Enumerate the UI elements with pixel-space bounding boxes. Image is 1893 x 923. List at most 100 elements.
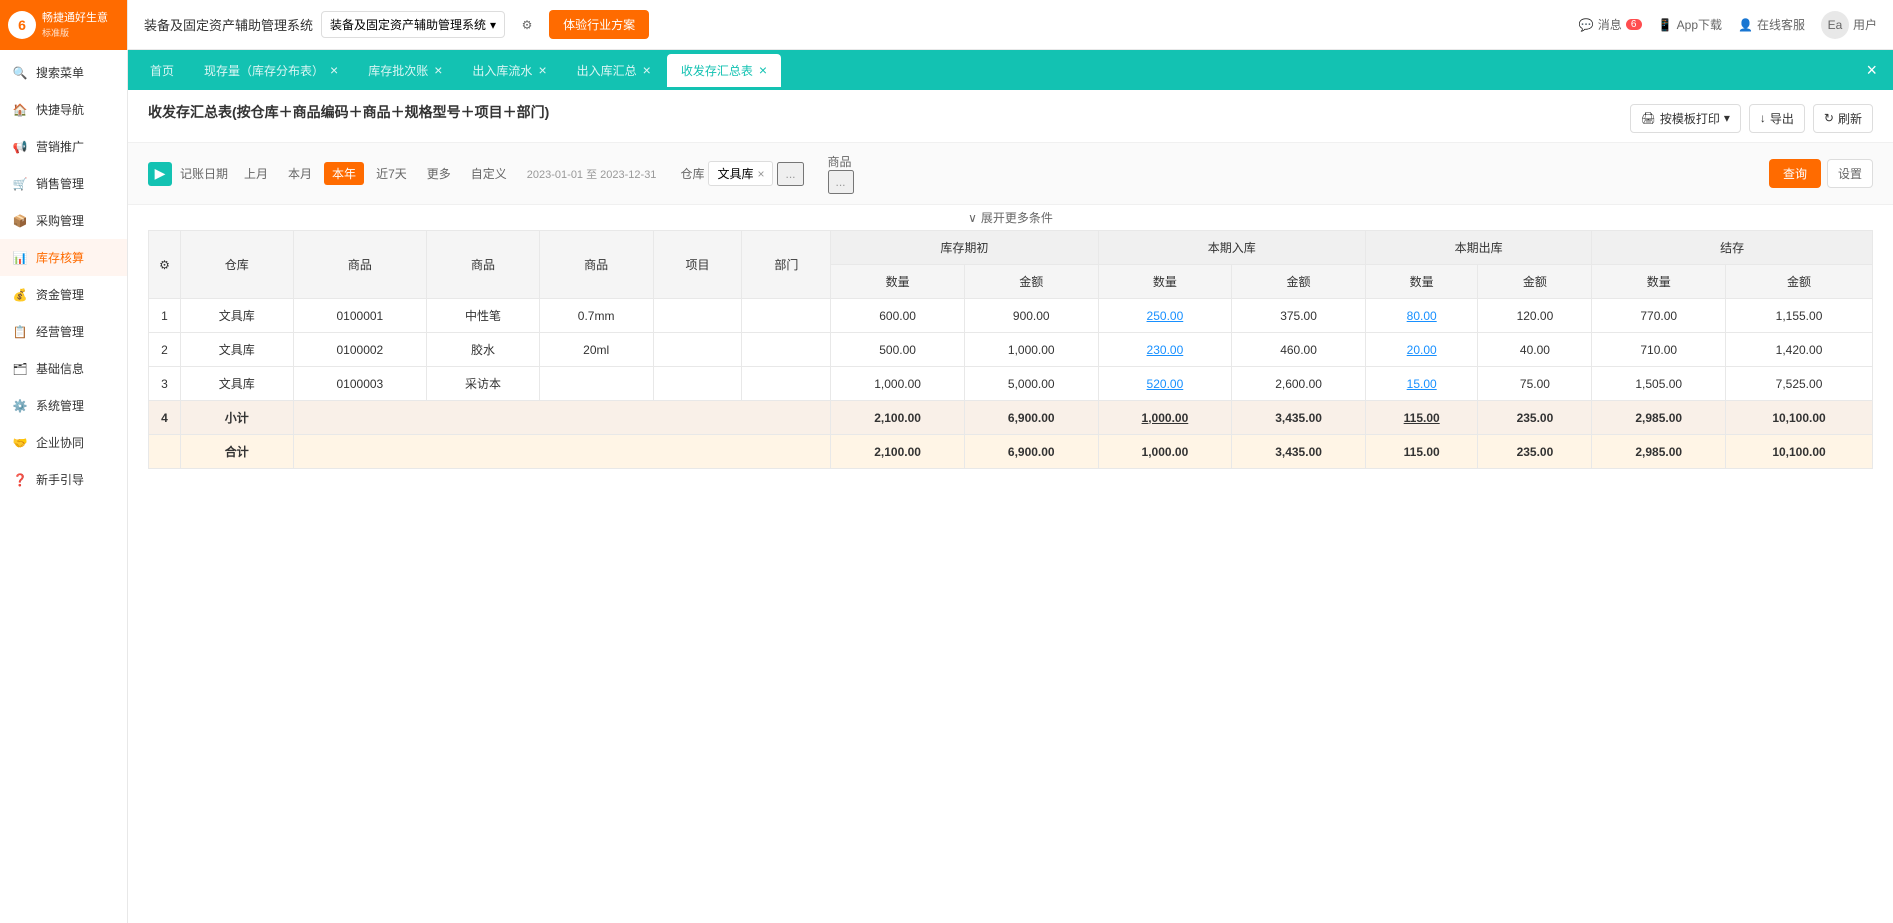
in-amt-header: 金额 bbox=[1232, 265, 1366, 299]
group-closing-header: 结存 bbox=[1592, 231, 1873, 265]
sidebar-item-quick-nav[interactable]: 🏠快捷导航 bbox=[0, 91, 127, 128]
warehouse-tag-close-btn[interactable]: × bbox=[757, 167, 764, 181]
search-btn[interactable]: 查询 bbox=[1769, 159, 1821, 188]
sidebar-item-inventory[interactable]: 📊库存核算 bbox=[0, 239, 127, 276]
sidebar-item-marketing[interactable]: 📢营销推广 bbox=[0, 128, 127, 165]
system-select[interactable]: 装备及固定资产辅助管理系统 ▾ bbox=[321, 11, 505, 38]
app-download-btn[interactable]: 📱 App下载 bbox=[1658, 16, 1722, 33]
print-btn[interactable]: 🖨 按模板打印 ▾ bbox=[1630, 104, 1741, 133]
message-btn[interactable]: 💬 消息 6 bbox=[1579, 16, 1642, 33]
table-settings-icon[interactable]: ⚙ bbox=[149, 231, 181, 299]
tab-close-flow[interactable]: × bbox=[538, 63, 546, 77]
date-btn-更多[interactable]: 更多 bbox=[419, 162, 459, 185]
user-avatar: Ea bbox=[1821, 11, 1849, 39]
search-icon: 🔍 bbox=[12, 65, 28, 81]
tab-close-stock-dist[interactable]: × bbox=[330, 63, 338, 77]
warehouse-filter: 仓库 文具库 × ... bbox=[680, 161, 803, 186]
sidebar-item-guide[interactable]: ❓新手引导 bbox=[0, 461, 127, 498]
refresh-btn[interactable]: ↻ 刷新 bbox=[1813, 104, 1873, 133]
sidebar-nav: 🔍搜索菜单🏠快捷导航📢营销推广🛒销售管理📦采购管理📊库存核算💰资金管理📋经营管理… bbox=[0, 50, 127, 923]
sidebar-item-operations[interactable]: 📋经营管理 bbox=[0, 313, 127, 350]
sidebar: 6 畅捷通好生意 标准版 🔍搜索菜单🏠快捷导航📢营销推广🛒销售管理📦采购管理📊库… bbox=[0, 0, 128, 923]
operations-icon: 📋 bbox=[12, 324, 28, 340]
tab-recv-send[interactable]: 收发存汇总表× bbox=[667, 54, 781, 87]
topbar: 装备及固定资产辅助管理系统 装备及固定资产辅助管理系统 ▾ ⚙ 体验行业方案 💬… bbox=[128, 0, 1893, 50]
date-btn-本年[interactable]: 本年 bbox=[324, 162, 364, 185]
date-range: 2023-01-01 至 2023-12-31 bbox=[527, 166, 657, 182]
tab-close-batch[interactable]: × bbox=[434, 63, 442, 77]
group-opening-header: 库存期初 bbox=[831, 231, 1098, 265]
warehouse-tag: 文具库 × bbox=[708, 161, 773, 186]
warehouse-more-btn[interactable]: ... bbox=[777, 162, 803, 186]
filter-toggle-btn[interactable]: ▶ bbox=[148, 162, 172, 186]
table-row: 3 文具库 0100003 采访本 1,000.00 5,000.00 520.… bbox=[149, 367, 1873, 401]
sidebar-logo: 6 畅捷通好生意 标准版 bbox=[0, 0, 127, 50]
close-amt-header: 金额 bbox=[1726, 265, 1873, 299]
col-dept-header: 部门 bbox=[742, 231, 831, 299]
system-icon: ⚙️ bbox=[12, 398, 28, 414]
online-support-btn[interactable]: 👤 在线客服 bbox=[1738, 16, 1805, 33]
group-inbound-header: 本期入库 bbox=[1098, 231, 1365, 265]
tab-stock-dist[interactable]: 现存量（库存分布表）× bbox=[190, 54, 352, 87]
export-btn[interactable]: ↓ 导出 bbox=[1749, 104, 1805, 133]
date-btn-自定义[interactable]: 自定义 bbox=[463, 162, 515, 185]
expand-row: ∨ 展开更多条件 bbox=[128, 205, 1893, 230]
sidebar-item-sales[interactable]: 🛒销售管理 bbox=[0, 165, 127, 202]
sidebar-item-finance[interactable]: 💰资金管理 bbox=[0, 276, 127, 313]
filter-bar: ▶ 记账日期 上月本月本年近7天更多自定义 2023-01-01 至 2023-… bbox=[128, 143, 1893, 205]
date-btn-本月[interactable]: 本月 bbox=[280, 162, 320, 185]
open-qty-header: 数量 bbox=[831, 265, 965, 299]
expand-more-btn[interactable]: ∨ 展开更多条件 bbox=[968, 209, 1053, 226]
content-area: 收发存汇总表(按仓库＋商品编码＋商品＋规格型号＋项目＋部门) 🖨 按模板打印 ▾… bbox=[128, 90, 1893, 923]
purchase-icon: 📦 bbox=[12, 213, 28, 229]
tab-flow[interactable]: 出入库流水× bbox=[458, 54, 560, 87]
col-spec-header: 商品 bbox=[539, 231, 653, 299]
col-project-header: 项目 bbox=[653, 231, 742, 299]
close-qty-header: 数量 bbox=[1592, 265, 1726, 299]
goods-more-btn[interactable]: ... bbox=[828, 170, 854, 194]
tab-summary[interactable]: 出入库汇总× bbox=[563, 54, 665, 87]
finance-icon: 💰 bbox=[12, 287, 28, 303]
data-table: ⚙ 仓库 商品 商品 商品 项目 部门 库存期初 本期入库 本期出库 结存 数量 bbox=[148, 230, 1873, 469]
col-warehouse-header: 仓库 bbox=[181, 231, 294, 299]
logo-text: 畅捷通好生意 bbox=[42, 11, 108, 25]
open-amt-header: 金额 bbox=[964, 265, 1098, 299]
filter-settings-btn[interactable]: 设置 bbox=[1827, 159, 1873, 188]
tabbar-close-btn[interactable]: × bbox=[1858, 56, 1885, 85]
group-outbound-header: 本期出库 bbox=[1365, 231, 1591, 265]
date-label: 记账日期 bbox=[180, 165, 228, 182]
date-btn-近7天[interactable]: 近7天 bbox=[368, 162, 415, 185]
user-btn[interactable]: Ea 用户 bbox=[1821, 11, 1877, 39]
goods-filter: 商品 ... bbox=[828, 153, 854, 194]
experience-btn[interactable]: 体验行业方案 bbox=[549, 10, 649, 39]
main-content: 装备及固定资产辅助管理系统 装备及固定资产辅助管理系统 ▾ ⚙ 体验行业方案 💬… bbox=[128, 0, 1893, 923]
tab-close-recv-send[interactable]: × bbox=[759, 63, 767, 77]
tab-batch[interactable]: 库存批次账× bbox=[354, 54, 456, 87]
tab-home[interactable]: 首页 bbox=[136, 54, 188, 87]
sidebar-item-basic[interactable]: 🗂基础信息 bbox=[0, 350, 127, 387]
out-qty-header: 数量 bbox=[1365, 265, 1478, 299]
sidebar-item-enterprise[interactable]: 🤝企业协同 bbox=[0, 424, 127, 461]
inventory-icon: 📊 bbox=[12, 250, 28, 266]
enterprise-icon: 🤝 bbox=[12, 435, 28, 451]
logo-badge: 标准版 bbox=[42, 26, 108, 39]
table-container: ⚙ 仓库 商品 商品 商品 项目 部门 库存期初 本期入库 本期出库 结存 数量 bbox=[128, 230, 1893, 469]
logo-icon: 6 bbox=[8, 11, 36, 39]
in-qty-header: 数量 bbox=[1098, 265, 1232, 299]
sales-icon: 🛒 bbox=[12, 176, 28, 192]
total-row: 合计 2,100.00 6,900.00 1,000.00 3,435.00 1… bbox=[149, 435, 1873, 469]
tab-close-summary[interactable]: × bbox=[643, 63, 651, 77]
sidebar-item-system[interactable]: ⚙️系统管理 bbox=[0, 387, 127, 424]
sidebar-item-purchase[interactable]: 📦采购管理 bbox=[0, 202, 127, 239]
quick-nav-icon: 🏠 bbox=[12, 102, 28, 118]
gear-icon[interactable]: ⚙ bbox=[513, 11, 541, 39]
col-code-header: 商品 bbox=[293, 231, 427, 299]
system-title: 装备及固定资产辅助管理系统 bbox=[144, 15, 313, 34]
date-btn-上月[interactable]: 上月 bbox=[236, 162, 276, 185]
tabbar: 首页现存量（库存分布表）×库存批次账×出入库流水×出入库汇总×收发存汇总表×× bbox=[128, 50, 1893, 90]
date-filter-group: 上月本月本年近7天更多自定义 bbox=[236, 162, 515, 185]
basic-icon: 🗂 bbox=[12, 361, 28, 377]
col-name-header: 商品 bbox=[427, 231, 540, 299]
sidebar-item-search[interactable]: 🔍搜索菜单 bbox=[0, 54, 127, 91]
guide-icon: ❓ bbox=[12, 472, 28, 488]
